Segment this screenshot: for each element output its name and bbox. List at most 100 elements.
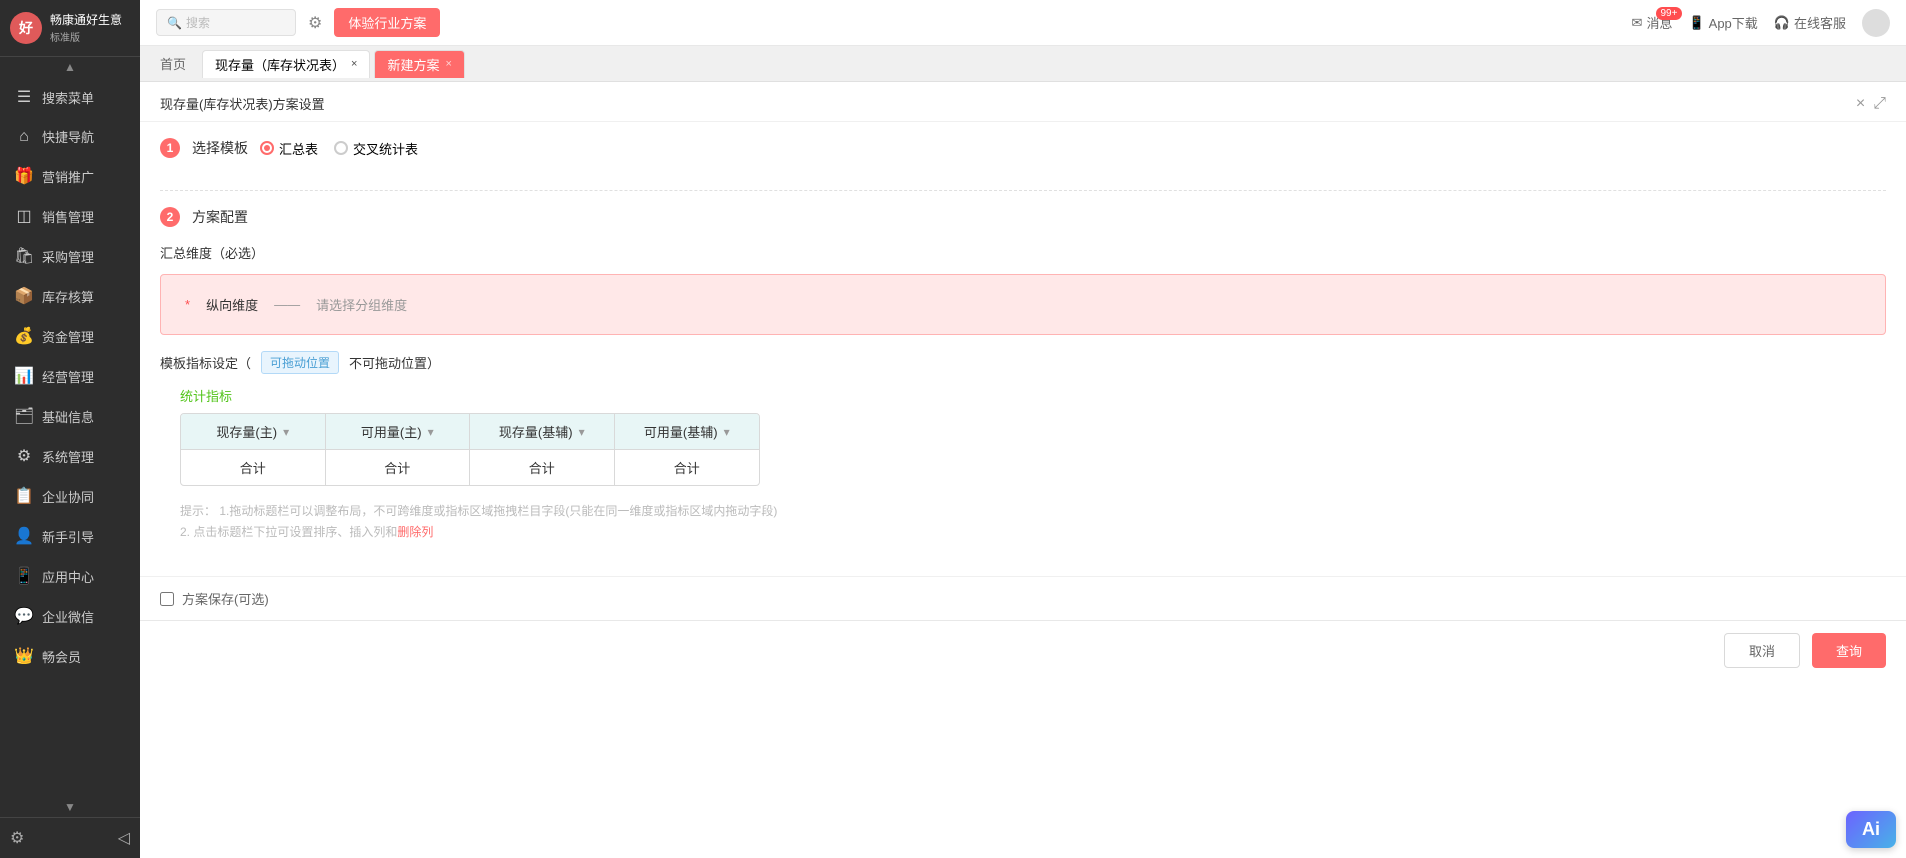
tips-section: 提示： 1.拖动标题栏可以调整布局，不可跨维度或指标区域拖拽栏目字段(只能在同一… bbox=[160, 486, 1886, 560]
sidebar-item-contract[interactable]: 📋 企业协同 bbox=[0, 476, 140, 516]
user-avatar[interactable] bbox=[1862, 9, 1890, 37]
settings-icon[interactable]: ⚙ bbox=[10, 828, 24, 848]
app-download-label: App下载 bbox=[1709, 13, 1758, 32]
step1-badge: 1 bbox=[160, 138, 180, 158]
app-download-button[interactable]: 📱 App下载 bbox=[1688, 13, 1757, 32]
tip-1: 提示： 1.拖动标题栏可以调整布局，不可跨维度或指标区域拖拽栏目字段(只能在同一… bbox=[180, 502, 1866, 519]
save-label: 方案保存(可选) bbox=[182, 589, 269, 608]
save-row: 方案保存(可选) bbox=[140, 576, 1906, 620]
sidebar-item-newbie[interactable]: 👤 新手引导 bbox=[0, 516, 140, 556]
basic-icon: 🗂 bbox=[14, 406, 34, 426]
collapse-icon[interactable]: ◁ bbox=[118, 828, 130, 848]
col-body-1: 合计 bbox=[181, 450, 326, 485]
step1-section: 1 选择模板 汇总表 交叉统计表 bbox=[140, 122, 1906, 190]
col-header-2[interactable]: 可用量(主) ▾ bbox=[326, 414, 471, 449]
tab-home[interactable]: 首页 bbox=[148, 50, 198, 78]
service-button[interactable]: 🎧 在线客服 bbox=[1774, 13, 1846, 32]
tab-inventory-close[interactable]: × bbox=[351, 58, 357, 70]
trial-button[interactable]: 体验行业方案 bbox=[334, 8, 440, 37]
download-icon: 📱 bbox=[1688, 15, 1704, 31]
apps-icon: 📱 bbox=[14, 566, 34, 586]
tab-inventory[interactable]: 现存量（库存状况表） × bbox=[202, 50, 370, 78]
sidebar-item-wechat[interactable]: 💬 企业微信 bbox=[0, 596, 140, 636]
messages-button[interactable]: ✉ 消息 99+ bbox=[1632, 13, 1673, 32]
col-header-3[interactable]: 现存量(基辅) ▾ bbox=[470, 414, 615, 449]
sidebar-item-label: 经营管理 bbox=[42, 367, 94, 386]
app-logo: 好 畅康通好生意 标准版 bbox=[0, 0, 140, 57]
sidebar-item-system[interactable]: ⚙ 系统管理 bbox=[0, 436, 140, 476]
search-icon: 🔍 bbox=[167, 16, 182, 30]
col4-chevron[interactable]: ▾ bbox=[724, 425, 730, 439]
radio-cross-circle bbox=[334, 141, 348, 155]
sidebar-item-sales[interactable]: ◫ 销售管理 bbox=[0, 196, 140, 236]
sidebar-scroll-down[interactable]: ▼ bbox=[0, 797, 140, 817]
sidebar-item-label: 新手引导 bbox=[42, 527, 94, 546]
sidebar-item-apps[interactable]: 📱 应用中心 bbox=[0, 556, 140, 596]
stats-table-header: 现存量(主) ▾ 可用量(主) ▾ 现存量(基辅) ▾ bbox=[181, 414, 759, 450]
sidebar-item-member[interactable]: 👑 畅会员 bbox=[0, 636, 140, 676]
stats-label: 统计指标 bbox=[180, 386, 1866, 405]
tab-new-plan-label: 新建方案 bbox=[387, 55, 439, 74]
sidebar-item-label: 资金管理 bbox=[42, 327, 94, 346]
sidebar-item-purchase[interactable]: 🛍 采购管理 bbox=[0, 236, 140, 276]
wechat-icon: 💬 bbox=[14, 606, 34, 626]
sidebar-item-basic[interactable]: 🗂 基础信息 bbox=[0, 396, 140, 436]
step2-header: 2 方案配置 bbox=[160, 207, 1886, 227]
query-button[interactable]: 查询 bbox=[1812, 633, 1886, 668]
shortcut-icon: ⌂ bbox=[14, 128, 34, 146]
sidebar-item-label: 销售管理 bbox=[42, 207, 94, 226]
sidebar-item-marketing[interactable]: 🎁 营销推广 bbox=[0, 156, 140, 196]
dimension-placeholder[interactable]: 请选择分组维度 bbox=[316, 295, 407, 314]
stats-section: 统计指标 现存量(主) ▾ 可用量(主) ▾ bbox=[160, 386, 1886, 486]
tab-new-plan-close[interactable]: × bbox=[445, 58, 451, 70]
sidebar-item-search[interactable]: ☰ 搜索菜单 bbox=[0, 77, 140, 117]
inventory-icon: 📦 bbox=[14, 286, 34, 306]
save-checkbox[interactable] bbox=[160, 592, 174, 606]
col1-chevron[interactable]: ▾ bbox=[283, 425, 289, 439]
template-radio-group: 汇总表 交叉统计表 bbox=[260, 139, 418, 158]
tab-new-plan[interactable]: 新建方案 × bbox=[374, 50, 464, 78]
app-version: 标准版 bbox=[50, 29, 122, 44]
col3-chevron[interactable]: ▾ bbox=[579, 425, 585, 439]
sidebar-item-label: 快捷导航 bbox=[42, 127, 94, 146]
radio-cross[interactable]: 交叉统计表 bbox=[334, 139, 418, 158]
expand-icon[interactable]: ⤢ bbox=[1873, 95, 1886, 113]
sidebar: 好 畅康通好生意 标准版 ▲ ☰ 搜索菜单 ⌂ 快捷导航 🎁 营销推广 ◫ 销售… bbox=[0, 0, 140, 858]
close-icon[interactable]: × bbox=[1856, 95, 1865, 113]
tab-inventory-label: 现存量（库存状况表） bbox=[215, 55, 345, 74]
panel-title: 现存量(库存状况表)方案设置 bbox=[160, 94, 325, 113]
search-box[interactable]: 🔍 搜索 bbox=[156, 9, 296, 36]
member-icon: 👑 bbox=[14, 646, 34, 666]
sidebar-item-label: 库存核算 bbox=[42, 287, 94, 306]
summary-dimension-label: 汇总维度（必选） bbox=[160, 243, 1886, 262]
fixed-label: 不可拖动位置） bbox=[349, 353, 440, 372]
service-label: 在线客服 bbox=[1794, 13, 1846, 32]
dimension-area: * 纵向维度 —— 请选择分组维度 bbox=[160, 274, 1886, 335]
col-header-1[interactable]: 现存量(主) ▾ bbox=[181, 414, 326, 449]
headphone-icon: 🎧 bbox=[1774, 15, 1790, 31]
dimension-row: * 纵向维度 —— 请选择分组维度 bbox=[185, 295, 1861, 314]
col-header-4[interactable]: 可用量(基辅) ▾ bbox=[615, 414, 760, 449]
panel-header: 现存量(库存状况表)方案设置 × ⤢ bbox=[140, 82, 1906, 122]
logo-icon: 好 bbox=[10, 12, 42, 44]
search-menu-icon: ☰ bbox=[14, 87, 34, 107]
radio-summary[interactable]: 汇总表 bbox=[260, 139, 318, 158]
cancel-button[interactable]: 取消 bbox=[1724, 633, 1800, 668]
settings-panel: 现存量(库存状况表)方案设置 × ⤢ 1 选择模板 汇总表 bbox=[140, 82, 1906, 858]
col4-label: 可用量(基辅) bbox=[644, 422, 718, 441]
sidebar-item-operation[interactable]: 📊 经营管理 bbox=[0, 356, 140, 396]
sidebar-bottom: ⚙ ◁ bbox=[0, 817, 140, 858]
radio-summary-label: 汇总表 bbox=[279, 139, 318, 158]
sidebar-item-label: 搜索菜单 bbox=[42, 88, 94, 107]
gear-icon[interactable]: ⚙ bbox=[308, 13, 322, 33]
system-icon: ⚙ bbox=[14, 446, 34, 466]
col2-chevron[interactable]: ▾ bbox=[428, 425, 434, 439]
footer-bar: 取消 查询 bbox=[140, 620, 1906, 680]
sidebar-item-finance[interactable]: 💰 资金管理 bbox=[0, 316, 140, 356]
contract-icon: 📋 bbox=[14, 486, 34, 506]
ai-badge[interactable]: Ai bbox=[1846, 811, 1896, 848]
sidebar-scroll-up[interactable]: ▲ bbox=[0, 57, 140, 77]
topbar: 🔍 搜索 ⚙ 体验行业方案 ✉ 消息 99+ 📱 App下载 🎧 在线客服 bbox=[140, 0, 1906, 46]
sidebar-item-shortcut[interactable]: ⌂ 快捷导航 bbox=[0, 117, 140, 156]
sidebar-item-inventory[interactable]: 📦 库存核算 bbox=[0, 276, 140, 316]
